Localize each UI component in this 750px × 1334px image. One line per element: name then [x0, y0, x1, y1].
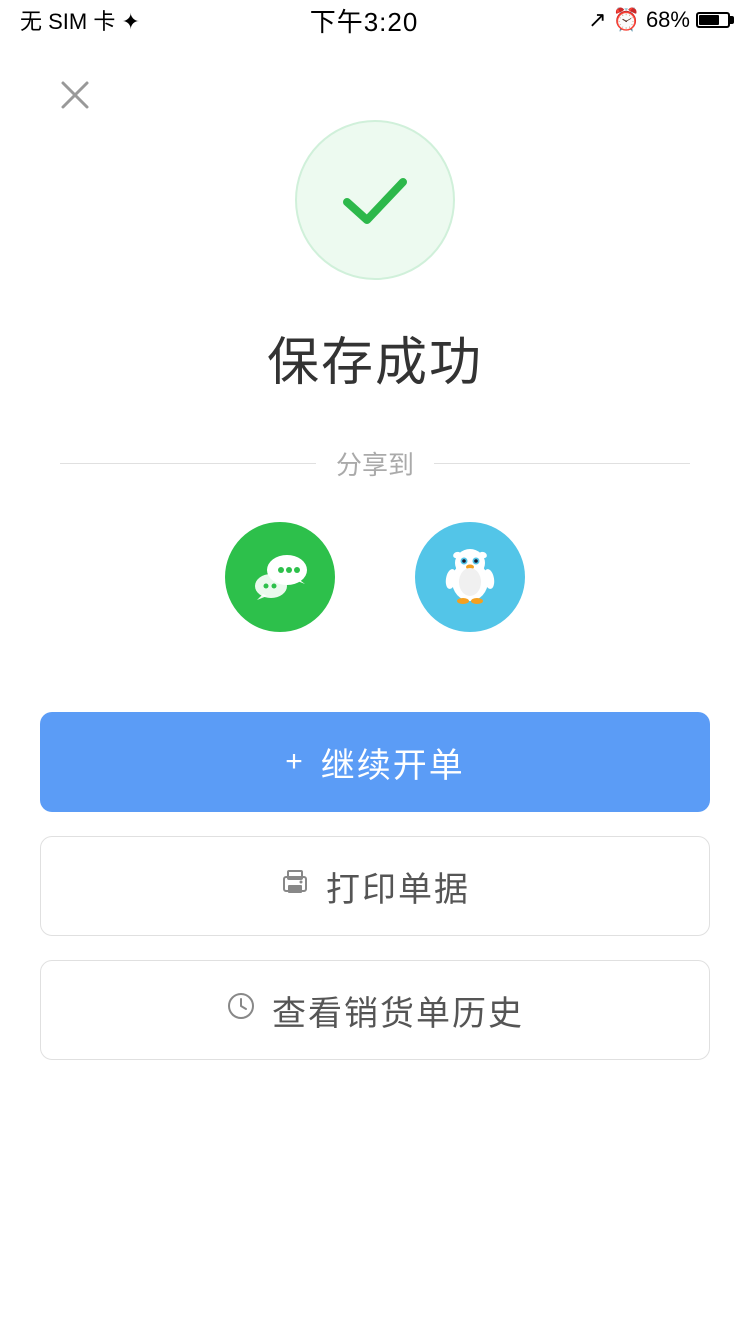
share-label: 分享到: [316, 445, 434, 482]
success-title: 保存成功: [267, 320, 483, 395]
checkmark-icon: [335, 160, 415, 240]
view-history-button[interactable]: 查看销货单历史: [40, 960, 710, 1060]
status-bar-left: 无 SIM 卡 ✦: [20, 4, 140, 36]
battery-icon: [696, 12, 730, 28]
main-content: 保存成功 分享到: [0, 40, 750, 1334]
wechat-icon: [245, 542, 315, 612]
view-history-label: 查看销货单历史: [272, 986, 524, 1035]
history-icon: [226, 991, 256, 1029]
sim-status: 无 SIM 卡 ✦: [20, 4, 140, 36]
share-icons-row: [225, 522, 525, 632]
status-bar-time: 下午3:20: [310, 2, 419, 39]
success-indicator: [295, 120, 455, 280]
qq-share-button[interactable]: [415, 522, 525, 632]
continue-order-label: 继续开单: [321, 738, 465, 787]
print-receipt-button[interactable]: 打印单据: [40, 836, 710, 936]
battery-percent: 68%: [646, 7, 690, 33]
continue-order-button[interactable]: + 继续开单: [40, 712, 710, 812]
share-divider: 分享到: [0, 445, 750, 482]
action-buttons: + 继续开单 打印单据 查看销货单历史: [0, 712, 750, 1060]
divider-right: [434, 463, 690, 464]
print-receipt-label: 打印单据: [326, 862, 470, 911]
qq-icon: [440, 545, 500, 610]
divider-left: [60, 463, 316, 464]
location-icon: ↗: [588, 7, 606, 33]
status-bar: 无 SIM 卡 ✦ 下午3:20 ↗ ⏰ 68%: [0, 0, 750, 40]
wechat-share-button[interactable]: [225, 522, 335, 632]
alarm-icon: ⏰: [613, 7, 640, 33]
plus-icon: +: [285, 745, 305, 779]
close-button[interactable]: [50, 70, 100, 120]
close-icon: [57, 77, 93, 113]
print-icon: [280, 867, 310, 905]
status-bar-right: ↗ ⏰ 68%: [588, 7, 730, 33]
